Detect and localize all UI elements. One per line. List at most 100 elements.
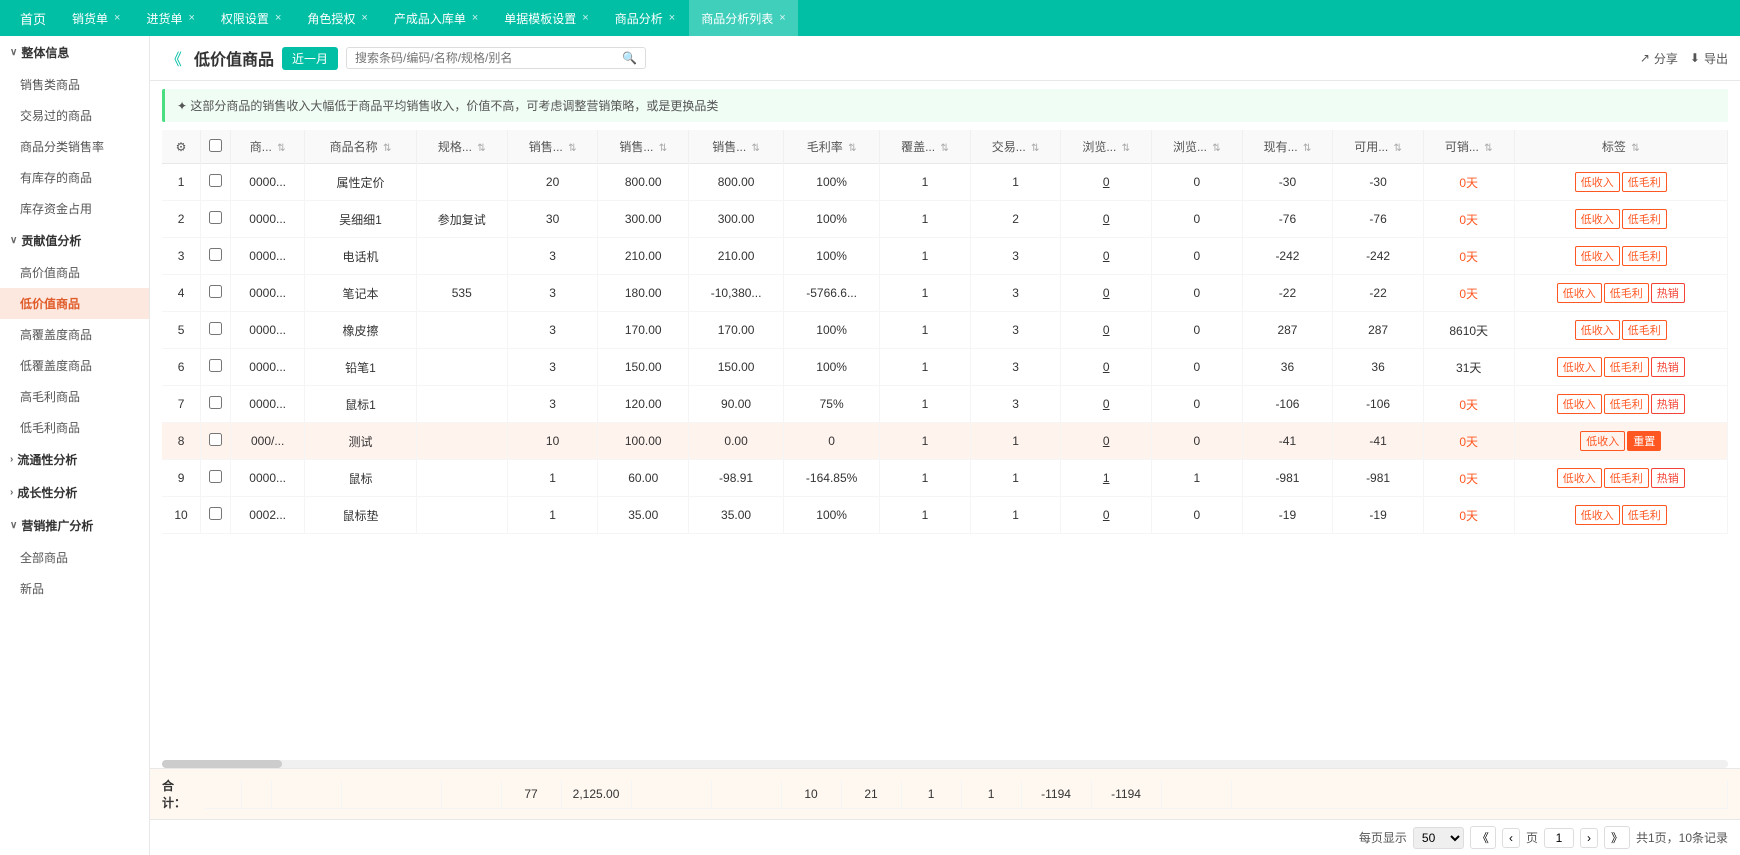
nav-template[interactable]: 单据模板设置 × <box>492 0 600 36</box>
sidebar-section-circulation[interactable]: › 流通性分析 <box>0 443 149 476</box>
row-checkbox[interactable] <box>209 507 222 520</box>
select-all-checkbox[interactable] <box>209 139 222 152</box>
col-coverage[interactable]: 覆盖... ⇅ <box>880 130 971 164</box>
row-checkbox[interactable] <box>209 322 222 335</box>
row-current: 287 <box>1242 312 1333 349</box>
col-views1[interactable]: 浏览... ⇅ <box>1061 130 1152 164</box>
nav-template-close[interactable]: × <box>582 12 588 24</box>
share-button[interactable]: ↗ 分享 <box>1640 50 1678 67</box>
share-icon: ↗ <box>1640 51 1650 65</box>
time-filter-button[interactable]: 近一月 <box>282 47 338 70</box>
sidebar-section-overall[interactable]: ∨ 整体信息 <box>0 36 149 69</box>
row-checkbox[interactable] <box>209 174 222 187</box>
sidebar-section-growth[interactable]: › 成长性分析 <box>0 476 149 509</box>
views1-value[interactable]: 0 <box>1103 323 1110 337</box>
views1-value[interactable]: 0 <box>1103 508 1110 522</box>
col-sales3[interactable]: 销售... ⇅ <box>689 130 784 164</box>
nav-home[interactable]: 首页 <box>8 0 58 36</box>
nav-roles-close[interactable]: × <box>361 12 367 24</box>
row-code: 0000... <box>231 312 305 349</box>
nav-product-analysis-close[interactable]: × <box>669 12 675 24</box>
col-transactions[interactable]: 交易... ⇅ <box>970 130 1061 164</box>
search-input[interactable] <box>355 51 618 65</box>
col-available[interactable]: 可用... ⇅ <box>1333 130 1424 164</box>
row-checkbox[interactable] <box>209 285 222 298</box>
search-icon[interactable]: 🔍 <box>622 51 637 65</box>
row-checkbox[interactable] <box>209 211 222 224</box>
sidebar-item-stock-products[interactable]: 有库存的商品 <box>0 162 149 193</box>
last-page-button[interactable]: 》 <box>1604 826 1630 849</box>
nav-warehouse[interactable]: 产成品入库单 × <box>382 0 490 36</box>
sidebar-item-traded-products[interactable]: 交易过的商品 <box>0 100 149 131</box>
sidebar-item-low-coverage[interactable]: 低覆盖度商品 <box>0 350 149 381</box>
col-current[interactable]: 现有... ⇅ <box>1242 130 1333 164</box>
sidebar-item-low-value[interactable]: 低价值商品 <box>0 288 149 319</box>
nav-permissions[interactable]: 权限设置 × <box>209 0 293 36</box>
sidebar-item-high-coverage[interactable]: 高覆盖度商品 <box>0 319 149 350</box>
prev-page-button[interactable]: ‹ <box>1502 828 1520 848</box>
nav-purchase-close[interactable]: × <box>188 12 194 24</box>
row-views2: 1 <box>1152 460 1243 497</box>
col-code[interactable]: 商... ⇅ <box>231 130 305 164</box>
nav-roles[interactable]: 角色授权 × <box>295 0 379 36</box>
row-checkbox[interactable] <box>209 433 222 446</box>
nav-purchase[interactable]: 进货单 × <box>134 0 206 36</box>
sidebar-item-new-products[interactable]: 新品 <box>0 573 149 604</box>
row-sellable: 31天 <box>1423 349 1514 386</box>
next-page-button[interactable]: › <box>1580 828 1598 848</box>
row-num: 1 <box>162 164 201 201</box>
nav-product-analysis-list-close[interactable]: × <box>779 12 785 24</box>
sidebar-item-all-products[interactable]: 全部商品 <box>0 542 149 573</box>
col-views2[interactable]: 浏览... ⇅ <box>1152 130 1243 164</box>
nav-sales[interactable]: 销货单 × <box>60 0 132 36</box>
sidebar-item-sales-products[interactable]: 销售类商品 <box>0 69 149 100</box>
row-transactions: 1 <box>970 164 1061 201</box>
horizontal-scrollbar[interactable] <box>162 760 1728 768</box>
row-checkbox[interactable] <box>209 470 222 483</box>
views1-value[interactable]: 0 <box>1103 397 1110 411</box>
views1-value[interactable]: 1 <box>1103 471 1110 485</box>
views1-value[interactable]: 0 <box>1103 212 1110 226</box>
page-number-input[interactable] <box>1544 828 1574 848</box>
col-sellable[interactable]: 可销... ⇅ <box>1423 130 1514 164</box>
sidebar-item-high-value[interactable]: 高价值商品 <box>0 257 149 288</box>
views1-value[interactable]: 0 <box>1103 249 1110 263</box>
nav-product-analysis[interactable]: 商品分析 × <box>603 0 687 36</box>
col-margin[interactable]: 毛利率 ⇅ <box>784 130 880 164</box>
sidebar-item-category-sales-rate[interactable]: 商品分类销售率 <box>0 131 149 162</box>
nav-permissions-close[interactable]: × <box>275 12 281 24</box>
col-spec[interactable]: 规格... ⇅ <box>416 130 507 164</box>
row-checkbox[interactable] <box>209 248 222 261</box>
data-table: ⚙ 商... ⇅ 商品名称 ⇅ 规格... ⇅ 销售... ⇅ 销售... ⇅ … <box>162 130 1728 534</box>
info-banner: ✦ 这部分商品的销售收入大幅低于商品平均销售收入，价值不高，可考虑调整营销策略，… <box>162 89 1728 122</box>
views1-value[interactable]: 0 <box>1103 360 1110 374</box>
per-page-select[interactable]: 50 100 <box>1413 827 1464 849</box>
col-name[interactable]: 商品名称 ⇅ <box>305 130 417 164</box>
sidebar-item-stock-capital[interactable]: 库存资金占用 <box>0 193 149 224</box>
nav-warehouse-close[interactable]: × <box>472 12 478 24</box>
nav-product-analysis-list[interactable]: 商品分析列表 × <box>689 0 797 36</box>
row-code: 0000... <box>231 164 305 201</box>
col-sales2[interactable]: 销售... ⇅ <box>598 130 689 164</box>
sidebar-item-high-margin[interactable]: 高毛利商品 <box>0 381 149 412</box>
col-settings[interactable]: ⚙ <box>162 130 201 164</box>
views1-value[interactable]: 0 <box>1103 175 1110 189</box>
first-page-button[interactable]: 《 <box>1470 826 1496 849</box>
row-transactions: 3 <box>970 275 1061 312</box>
row-checkbox[interactable] <box>209 396 222 409</box>
nav-sales-close[interactable]: × <box>114 12 120 24</box>
col-sales1[interactable]: 销售... ⇅ <box>507 130 598 164</box>
sidebar-item-low-margin[interactable]: 低毛利商品 <box>0 412 149 443</box>
views1-value[interactable]: 0 <box>1103 434 1110 448</box>
sellable-days: 8610天 <box>1449 324 1488 338</box>
row-checkbox[interactable] <box>209 359 222 372</box>
sidebar-section-marketing[interactable]: ∨ 营销推广分析 <box>0 509 149 542</box>
sidebar-section-contribution[interactable]: ∨ 贡献值分析 <box>0 224 149 257</box>
days-value: 0天 <box>1459 287 1478 301</box>
col-tags[interactable]: 标签 ⇅ <box>1514 130 1727 164</box>
collapse-button[interactable]: 《 <box>162 44 186 72</box>
views1-value[interactable]: 0 <box>1103 286 1110 300</box>
row-sales1: 3 <box>507 275 598 312</box>
export-button[interactable]: ⬇ 导出 <box>1690 50 1728 67</box>
scrollbar-thumb[interactable] <box>162 760 282 768</box>
